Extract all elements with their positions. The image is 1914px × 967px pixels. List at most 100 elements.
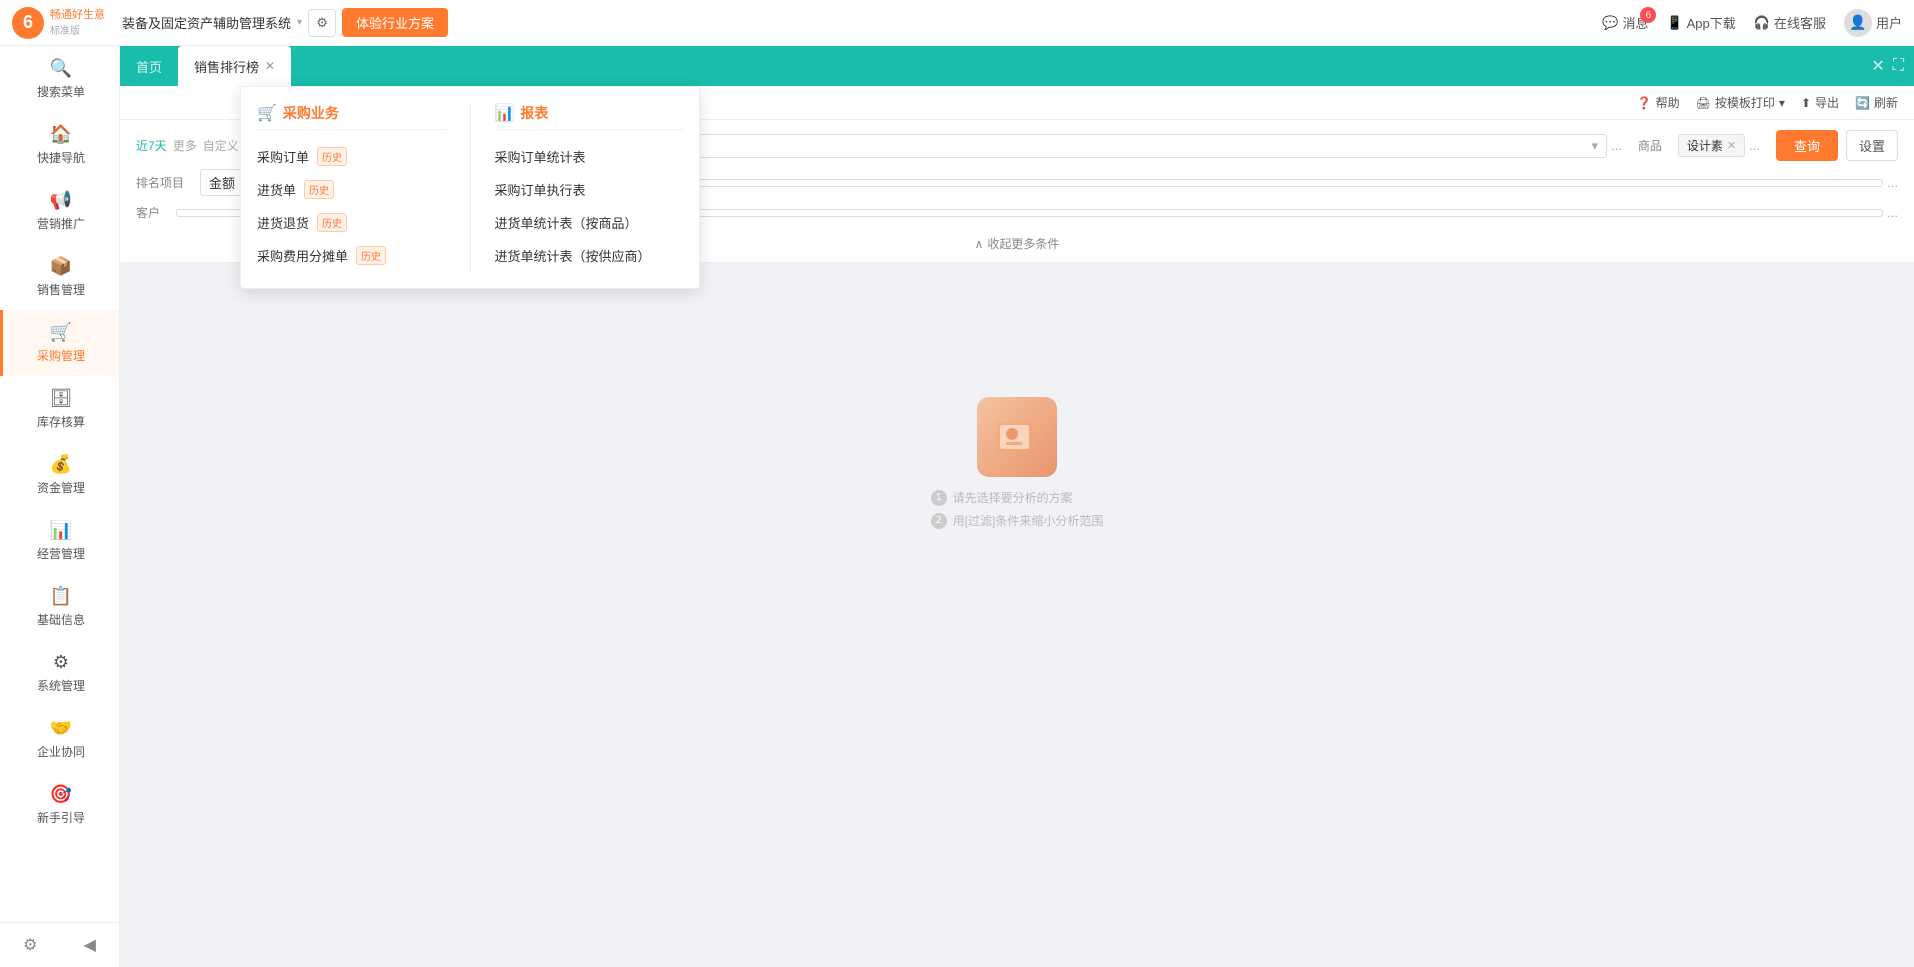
menu-item-purchase-order-stats[interactable]: 采购订单统计表 xyxy=(495,140,684,173)
sales-icon: 📦 xyxy=(50,256,72,277)
sidebar-item-sales[interactable]: 📦 销售管理 xyxy=(0,244,119,310)
menu-divider xyxy=(470,103,471,272)
cost-alloc-history-badge: 历史 xyxy=(356,246,386,265)
sidebar-item-system[interactable]: ⚙ 系统管理 xyxy=(0,640,119,706)
message-badge: 6 xyxy=(1640,7,1656,23)
logo-icon: 6 xyxy=(12,7,44,39)
empty-hint-2: 2 用[过滤]条件来缩小分析范围 xyxy=(931,512,1104,529)
topbar-right: 💬 消息 6 📱 App下载 🎧 在线客服 👤 用户 xyxy=(1602,9,1902,37)
doc-status-ellipsis[interactable]: ... xyxy=(1611,138,1622,153)
app-download-button[interactable]: 📱 App下载 xyxy=(1666,13,1735,32)
sidebar-label-guide: 新手引导 xyxy=(37,809,85,826)
date-more[interactable]: 更多 xyxy=(173,137,197,154)
menu-item-incoming-stats-supplier[interactable]: 进货单统计表（按供应商） xyxy=(495,239,684,272)
menu-item-purchase-order[interactable]: 采购订单 历史 xyxy=(257,140,446,173)
refresh-icon: 🔄 xyxy=(1855,96,1870,110)
tab-close-button[interactable]: ✕ xyxy=(265,59,275,73)
menu-item-incoming[interactable]: 进货单 历史 xyxy=(257,173,446,206)
sidebar-bottom: ⚙ ◀ xyxy=(0,922,119,967)
sidebar-label-operations: 经营管理 xyxy=(37,545,85,562)
sidebar: 🔍 搜索菜单 🏠 快捷导航 📢 营销推广 📦 销售管理 🛒 采购管理 🗄 库存核… xyxy=(0,46,120,967)
settings-button[interactable]: 设置 xyxy=(1846,130,1898,161)
goods-chip-value: 设计素 xyxy=(1687,137,1723,154)
menu-item-purchase-order-exec[interactable]: 采购订单执行表 xyxy=(495,173,684,206)
purchase-section-label: 采购业务 xyxy=(283,103,339,123)
query-button[interactable]: 查询 xyxy=(1776,130,1838,161)
app-label: App下载 xyxy=(1687,13,1736,32)
date-7days[interactable]: 近7天 xyxy=(136,137,167,154)
incoming-stats-goods-label: 进货单统计表（按商品） xyxy=(495,213,638,232)
sidebar-item-enterprise[interactable]: 🤝 企业协同 xyxy=(0,706,119,772)
tab-home[interactable]: 首页 xyxy=(120,46,178,86)
export-button[interactable]: ⬆ 导出 xyxy=(1801,94,1839,111)
headset-icon: 🎧 xyxy=(1754,15,1770,31)
sidebar-item-finance[interactable]: 💰 资金管理 xyxy=(0,442,119,508)
collapse-sidebar-button[interactable]: ◀ xyxy=(84,935,96,955)
menu-item-incoming-stats-goods[interactable]: 进货单统计表（按商品） xyxy=(495,206,684,239)
menu-item-return[interactable]: 进货退货 历史 xyxy=(257,206,446,239)
empty-illustration xyxy=(977,397,1057,477)
message-button[interactable]: 💬 消息 6 xyxy=(1602,13,1648,32)
hint-text-1: 请先选择要分析的方案 xyxy=(953,489,1073,506)
hint-text-2: 用[过滤]条件来缩小分析范围 xyxy=(953,512,1104,529)
tabbar-actions: ✕ ⛶ xyxy=(1871,56,1914,76)
home-icon: 🏠 xyxy=(50,124,72,145)
menu-item-cost-alloc[interactable]: 采购费用分摊单 历史 xyxy=(257,239,446,272)
customer-ellipsis[interactable]: ... xyxy=(1887,205,1898,220)
goods-ellipsis[interactable]: ... xyxy=(1749,138,1760,153)
filter-actions: 查询 设置 xyxy=(1776,130,1898,161)
system-icon: ⚙ xyxy=(53,652,69,673)
salesperson-ellipsis[interactable]: ... xyxy=(1887,175,1898,190)
industry-button[interactable]: 体验行业方案 xyxy=(342,8,448,37)
rank-label: 排名项目 xyxy=(136,174,184,191)
sidebar-item-marketing[interactable]: 📢 营销推广 xyxy=(0,178,119,244)
date-custom[interactable]: 自定义 xyxy=(203,137,239,154)
system-dropdown-arrow[interactable]: ▾ xyxy=(297,17,302,28)
sidebar-item-guide[interactable]: 🎯 新手引导 xyxy=(0,772,119,838)
goods-label: 商品 xyxy=(1638,137,1662,154)
customer-label: 客户 xyxy=(136,204,160,221)
service-label: 在线客服 xyxy=(1774,13,1826,32)
goods-chip-close[interactable]: ✕ xyxy=(1727,139,1736,152)
sidebar-label-sales: 销售管理 xyxy=(37,281,85,298)
sidebar-item-operations[interactable]: 📊 经营管理 xyxy=(0,508,119,574)
purchase-section-title: 🛒 采购业务 xyxy=(257,103,446,130)
user-button[interactable]: 👤 用户 xyxy=(1844,9,1902,37)
tab-expand-icon[interactable]: ⛶ xyxy=(1893,57,1904,75)
tab-sales-rank[interactable]: 销售排行榜 ✕ xyxy=(178,46,291,86)
print-dropdown-arrow[interactable]: ▾ xyxy=(1779,96,1785,110)
gear-button[interactable]: ⚙ xyxy=(308,9,336,37)
refresh-button[interactable]: 🔄 刷新 xyxy=(1855,94,1898,111)
help-icon: ❓ xyxy=(1637,96,1652,110)
incoming-stats-supplier-label: 进货单统计表（按供应商） xyxy=(495,246,651,265)
incoming-history-badge: 历史 xyxy=(304,180,334,199)
empty-hint-1: 1 请先选择要分析的方案 xyxy=(931,489,1104,506)
tab-close-all-icon[interactable]: ✕ xyxy=(1871,56,1884,76)
brand-sub: 标准版 xyxy=(50,22,105,37)
print-icon: 🖨 xyxy=(1696,96,1711,110)
sidebar-item-purchase[interactable]: 🛒 采购管理 xyxy=(0,310,119,376)
sidebar-item-basic[interactable]: 📋 基础信息 xyxy=(0,574,119,640)
sidebar-item-search[interactable]: 🔍 搜索菜单 xyxy=(0,46,119,112)
goods-chip[interactable]: 设计素 ✕ xyxy=(1678,134,1745,157)
app-icon: 📱 xyxy=(1666,15,1682,31)
tabbar: 首页 销售排行榜 ✕ ✕ ⛶ xyxy=(120,46,1914,86)
export-label: 导出 xyxy=(1815,94,1839,111)
menu-section-report: 📊 报表 采购订单统计表 采购订单执行表 进货单统计表（按商品） 进货单统计表（… xyxy=(495,103,684,272)
sidebar-item-quicknav[interactable]: 🏠 快捷导航 xyxy=(0,112,119,178)
settings-bottom-button[interactable]: ⚙ xyxy=(23,935,37,955)
collapse-up-arrow: ∧ xyxy=(975,237,984,251)
cost-alloc-label: 采购费用分摊单 xyxy=(257,246,348,265)
help-button[interactable]: ❓ 帮助 xyxy=(1637,94,1680,111)
basic-icon: 📋 xyxy=(50,586,72,607)
main-content: 首页 销售排行榜 ✕ ✕ ⛶ ❓ 帮助 🖨 按模板 xyxy=(120,46,1914,967)
sidebar-label-finance: 资金管理 xyxy=(37,479,85,496)
report-section-label: 报表 xyxy=(520,103,548,123)
sidebar-item-inventory[interactable]: 🗄 库存核算 xyxy=(0,376,119,442)
finance-icon: 💰 xyxy=(50,454,72,475)
search-icon: 🔍 xyxy=(50,58,72,79)
print-button[interactable]: 🖨 按模板打印 ▾ xyxy=(1696,94,1785,111)
user-label: 用户 xyxy=(1876,13,1902,32)
service-button[interactable]: 🎧 在线客服 xyxy=(1754,13,1826,32)
avatar: 👤 xyxy=(1844,9,1872,37)
